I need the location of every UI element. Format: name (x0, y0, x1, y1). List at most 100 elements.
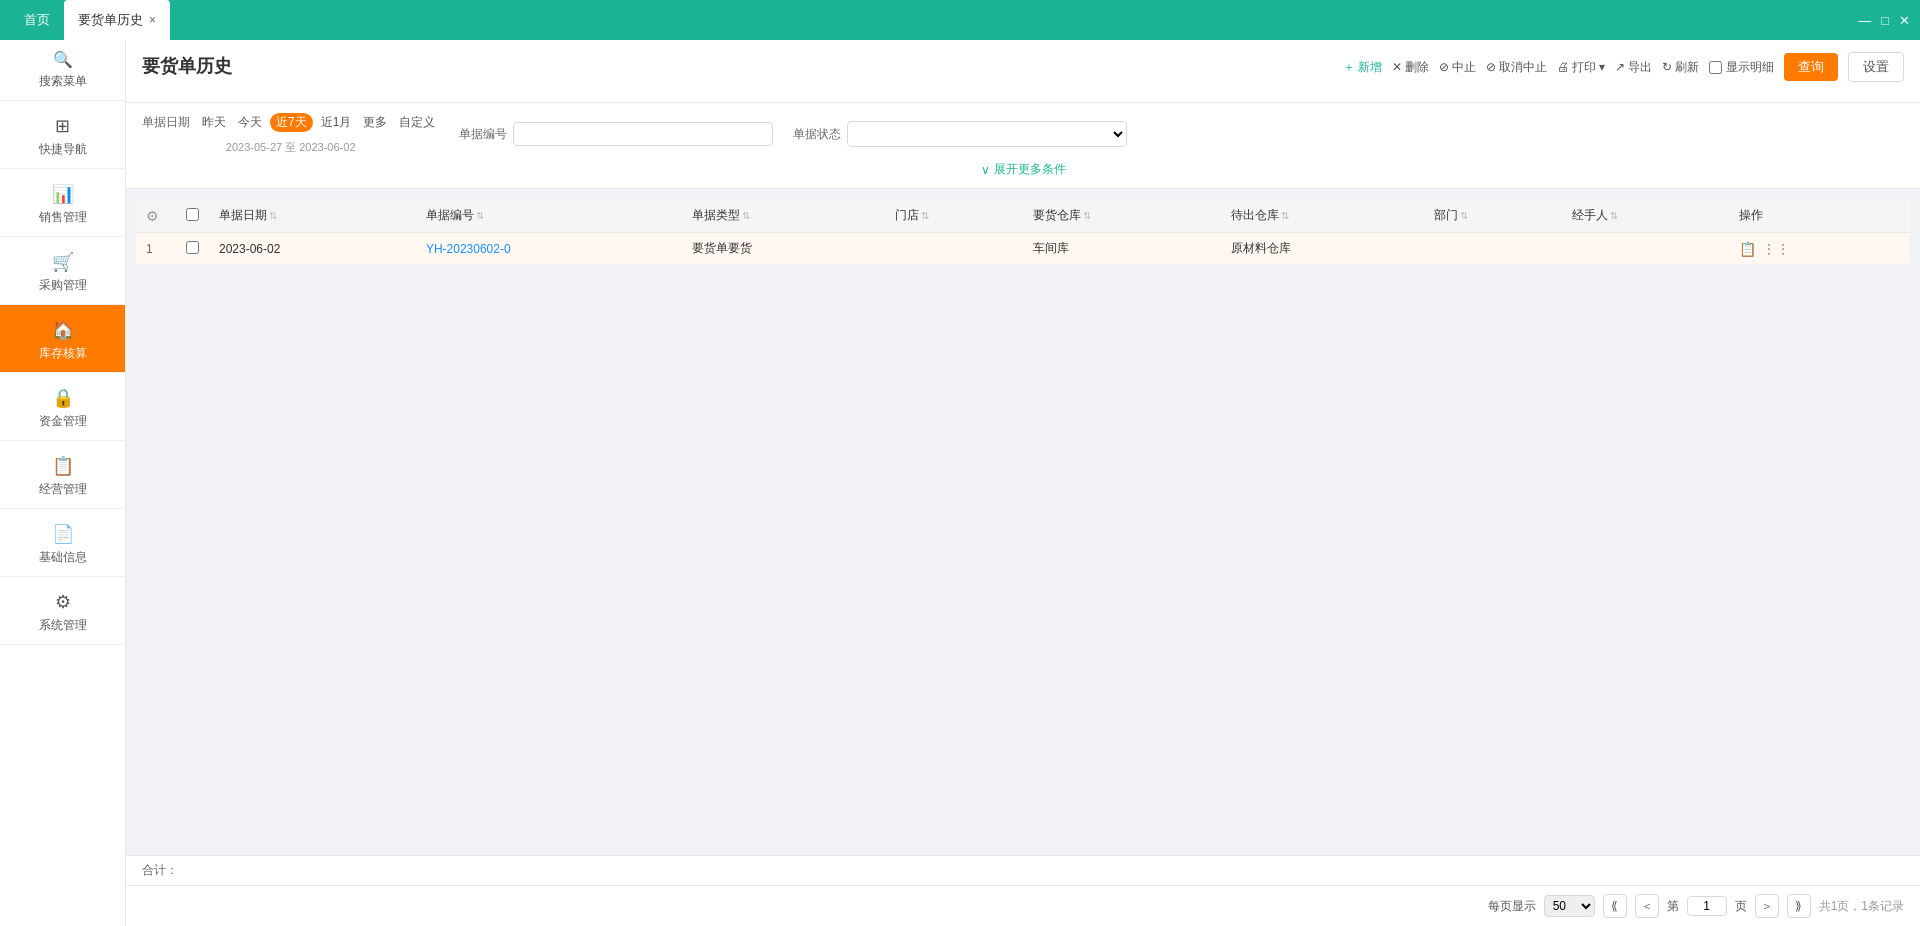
col-action: 操作 (1729, 199, 1910, 233)
display-detail-label: 显示明细 (1726, 59, 1774, 76)
shortcut-1month[interactable]: 近1月 (317, 113, 356, 132)
row-bill-no: YH-20230602-0 (416, 233, 682, 265)
purchase-icon: 🛒 (52, 251, 74, 273)
stop-button[interactable]: ⊘ 中止 (1439, 59, 1476, 76)
select-all-checkbox[interactable] (186, 208, 199, 221)
sidebar-item-operation[interactable]: 📋 经营管理 (0, 441, 125, 509)
shortcut-custom[interactable]: 自定义 (395, 113, 439, 132)
sort-date-icon[interactable]: ⇅ (269, 210, 277, 221)
tab-bar: + 新增 首页 要货单历史 × (10, 0, 1858, 40)
display-detail-checkbox[interactable] (1709, 61, 1722, 74)
sort-billno-icon[interactable]: ⇅ (476, 210, 484, 221)
row-checkbox-cell (176, 233, 209, 265)
footer-total: 合计： (142, 862, 1904, 879)
shortcut-yesterday[interactable]: 昨天 (198, 113, 230, 132)
page-size-select[interactable]: 50 100 200 (1544, 895, 1595, 917)
row-handler (1562, 233, 1730, 265)
window-close[interactable]: ✕ (1899, 13, 1910, 28)
sidebar-item-basic[interactable]: 📄 基础信息 (0, 509, 125, 577)
col-handler: 经手人⇅ (1562, 199, 1730, 233)
page-title: 要货单历史 (142, 54, 232, 90)
cancel-stop-icon: ⊘ (1486, 60, 1496, 74)
page-label: 第 (1667, 898, 1679, 915)
sidebar-item-sales[interactable]: 📊 销售管理 (0, 169, 125, 237)
tab-history[interactable]: 要货单历史 × (64, 0, 170, 40)
row-edit-icon[interactable]: 📋 (1739, 241, 1756, 257)
main-layout: 🔍 搜索菜单 ⊞ 快捷导航 📊 销售管理 🛒 采购管理 🏠 库存核算 🔒 资金管… (0, 40, 1920, 926)
table-row: 1 2023-06-02 YH-20230602-0 要货单要货 车间库 (136, 233, 1910, 265)
prev-page-button[interactable]: ＜ (1635, 894, 1659, 918)
bill-no-filter-group: 单据编号 (459, 122, 773, 146)
query-button[interactable]: 查询 (1784, 53, 1838, 81)
search-icon: 🔍 (53, 50, 73, 69)
basic-label: 基础信息 (39, 549, 87, 566)
export-button[interactable]: ↗ 导出 (1615, 59, 1652, 76)
sidebar-item-system[interactable]: ⚙ 系统管理 (0, 577, 125, 645)
page-header: 要货单历史 ＋ 新增 ✕ 删除 ⊘ 中止 ⊘ (126, 40, 1920, 103)
sidebar-item-finance[interactable]: 🔒 资金管理 (0, 373, 125, 441)
status-label: 单据状态 (793, 126, 841, 143)
sidebar-search[interactable]: 🔍 搜索菜单 (0, 40, 125, 101)
top-bar: + 新增 首页 要货单历史 × — □ ✕ (0, 0, 1920, 40)
row-pending-warehouse: 原材料仓库 (1221, 233, 1424, 265)
bill-no-label: 单据编号 (459, 126, 507, 143)
date-range-display: 2023-05-27 至 2023-06-02 (226, 140, 356, 155)
sidebar-item-purchase[interactable]: 🛒 采购管理 (0, 237, 125, 305)
expand-more-button[interactable]: ∨ 展开更多条件 (142, 161, 1904, 178)
filter-bar: 单据日期 昨天 今天 近7天 近1月 更多 自定义 2023-05-27 至 2… (126, 103, 1920, 189)
date-label: 单据日期 (142, 114, 190, 131)
sidebar-item-inventory[interactable]: 🏠 库存核算 (0, 305, 125, 373)
next-page-button[interactable]: ＞ (1755, 894, 1779, 918)
delete-button[interactable]: ✕ 删除 (1392, 59, 1429, 76)
status-filter-group: 单据状态 (793, 121, 1127, 147)
export-icon: ↗ (1615, 60, 1625, 74)
settings-button[interactable]: 设置 (1848, 52, 1904, 82)
filter-row: 单据日期 昨天 今天 近7天 近1月 更多 自定义 2023-05-27 至 2… (142, 113, 1904, 155)
sort-pendingwh-icon[interactable]: ⇅ (1281, 210, 1289, 221)
tab-close-icon[interactable]: × (149, 13, 156, 27)
bill-no-input[interactable] (513, 122, 773, 146)
col-pending-warehouse: 待出仓库⇅ (1221, 199, 1424, 233)
sidebar-item-quick-nav[interactable]: ⊞ 快捷导航 (0, 101, 125, 169)
cancel-stop-button[interactable]: ⊘ 取消中止 (1486, 59, 1547, 76)
table-footer: 合计： (126, 855, 1920, 885)
row-store (885, 233, 1022, 265)
tab-home[interactable]: + 新增 首页 (10, 0, 64, 40)
page-size-label: 每页显示 (1488, 898, 1536, 915)
sales-label: 销售管理 (39, 209, 87, 226)
sort-store-icon[interactable]: ⇅ (921, 210, 929, 221)
quick-nav-icon: ⊞ (55, 115, 70, 137)
date-filter-group: 单据日期 昨天 今天 近7天 近1月 更多 自定义 2023-05-27 至 2… (142, 113, 439, 155)
refresh-button[interactable]: ↻ 刷新 (1662, 59, 1699, 76)
finance-label: 资金管理 (39, 413, 87, 430)
row-bill-no-link[interactable]: YH-20230602-0 (426, 242, 511, 256)
first-page-button[interactable]: ⟪ (1603, 894, 1627, 918)
page-unit: 页 (1735, 898, 1747, 915)
settings-col: ⚙ (136, 199, 176, 233)
sort-reqwh-icon[interactable]: ⇅ (1083, 210, 1091, 221)
last-page-button[interactable]: ⟫ (1787, 894, 1811, 918)
window-maximize[interactable]: □ (1881, 13, 1889, 28)
row-date: 2023-06-02 (209, 233, 416, 265)
new-button[interactable]: ＋ 新增 (1343, 59, 1382, 76)
shortcut-today[interactable]: 今天 (234, 113, 266, 132)
sort-billtype-icon[interactable]: ⇅ (742, 210, 750, 221)
sort-handler-icon[interactable]: ⇅ (1610, 210, 1618, 221)
display-detail-toggle[interactable]: 显示明细 (1709, 59, 1774, 76)
shortcut-7days[interactable]: 近7天 (270, 113, 313, 132)
row-checkbox[interactable] (186, 241, 199, 254)
window-minimize[interactable]: — (1858, 13, 1871, 28)
page-number-input[interactable] (1687, 896, 1727, 916)
basic-icon: 📄 (52, 523, 74, 545)
row-more-icon[interactable]: ⋮⋮ (1762, 241, 1790, 257)
print-button[interactable]: 🖨 打印 ▾ (1557, 59, 1605, 76)
sort-dept-icon[interactable]: ⇅ (1460, 210, 1468, 221)
print-dropdown-icon: ▾ (1599, 60, 1605, 74)
action-icons: 📋 ⋮⋮ (1739, 241, 1900, 257)
shortcut-more[interactable]: 更多 (359, 113, 391, 132)
toolbar: ＋ 新增 ✕ 删除 ⊘ 中止 ⊘ 取消中止 (1343, 52, 1904, 92)
total-info: 共1页，1条记录 (1819, 898, 1904, 915)
status-select[interactable] (847, 121, 1127, 147)
table-settings-icon[interactable]: ⚙ (146, 208, 159, 224)
quick-nav-label: 快捷导航 (39, 141, 87, 158)
